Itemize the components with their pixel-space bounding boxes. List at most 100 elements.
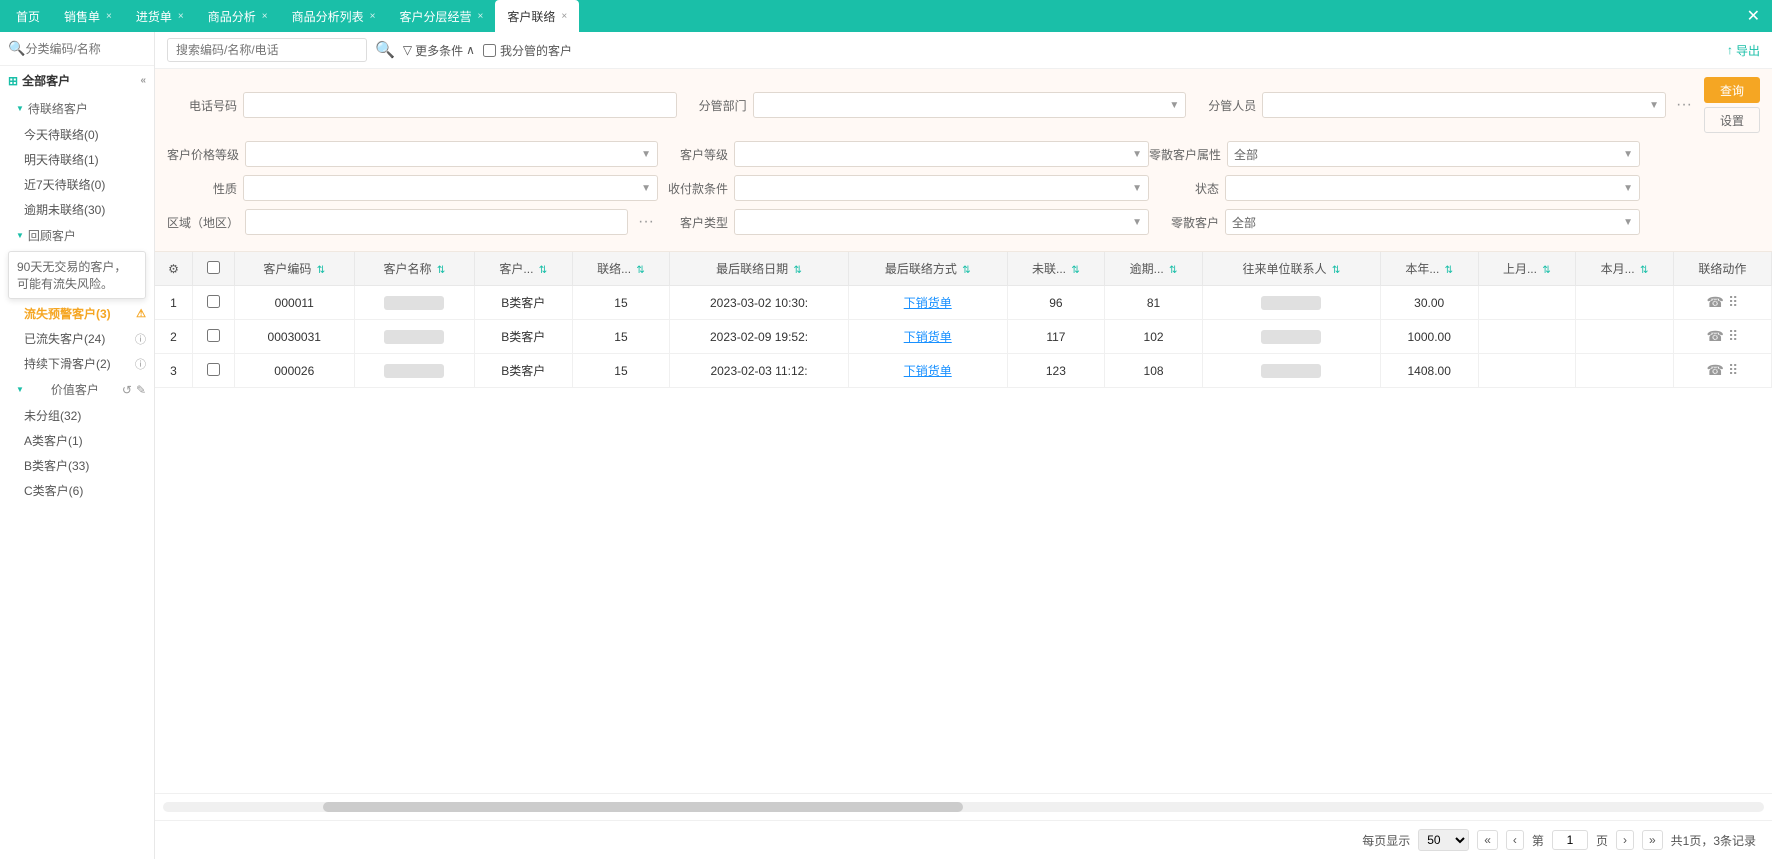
col-last-month-sort[interactable]: ⇅ [1542, 265, 1550, 276]
col-last-way-sort[interactable]: ⇅ [962, 265, 970, 276]
search-button[interactable]: 🔍 [375, 40, 395, 60]
sidebar-item-lost-pre[interactable]: 流失预警客户(3) ⚠ [0, 301, 154, 326]
last-way-link[interactable]: 下销货单 [904, 296, 952, 310]
tab-home[interactable]: 首页 [4, 0, 52, 32]
select-all-checkbox[interactable] [207, 261, 220, 274]
cell-checkbox[interactable] [192, 286, 234, 320]
contact-icon[interactable]: ☎ [1707, 294, 1724, 311]
per-page-select[interactable]: 50 100 200 [1418, 829, 1469, 851]
refresh-icon[interactable]: ↺ [122, 383, 132, 397]
next-page-button[interactable]: › [1616, 830, 1634, 850]
sidebar-item-downward[interactable]: 持续下滑客户(2) ⓘ [0, 351, 154, 376]
cust-level-select[interactable]: ▼ [734, 141, 1149, 167]
tab-purchase-close[interactable]: × [178, 11, 184, 22]
tab-purchase[interactable]: 进货单 × [124, 0, 196, 32]
prev-page-button[interactable]: ‹ [1506, 830, 1524, 850]
sidebar-item-unclassified[interactable]: 未分组(32) [0, 403, 154, 428]
tab-customer-contact-close[interactable]: × [561, 11, 567, 22]
region-more-button[interactable]: ··· [634, 213, 658, 231]
col-uncontacted-sort[interactable]: ⇅ [1071, 265, 1079, 276]
col-code-sort[interactable]: ⇅ [317, 265, 325, 276]
col-settings[interactable]: ⚙ [155, 252, 192, 286]
sidebar-item-a-class[interactable]: A类客户(1) [0, 428, 154, 453]
sidebar-group-pending-contact[interactable]: 待联络客户 [0, 95, 154, 122]
search-input[interactable] [167, 38, 367, 62]
retail-select[interactable]: 全部▼ [1225, 209, 1640, 235]
dept-select[interactable]: ▼ [753, 92, 1187, 118]
first-page-button[interactable]: « [1477, 830, 1498, 850]
nature-select[interactable]: ▼ [243, 175, 658, 201]
settings-button[interactable]: 设置 [1704, 107, 1760, 133]
export-button[interactable]: ↑ 导出 [1727, 42, 1760, 59]
tab-product-analysis-close[interactable]: × [262, 11, 268, 22]
col-checkbox[interactable] [192, 252, 234, 286]
sidebar-group-valued[interactable]: 价值客户 ↺ ✎ [0, 376, 154, 403]
manager-more-button[interactable]: ··· [1672, 96, 1696, 114]
sidebar-item-already-lost[interactable]: 已流失客户(24) ⓘ [0, 326, 154, 351]
sidebar-all-customers[interactable]: ⊞ 全部客户 « [0, 66, 154, 95]
sidebar-collapse-arrow[interactable]: « [140, 75, 146, 86]
last-way-link[interactable]: 下销货单 [904, 364, 952, 378]
col-level-sort[interactable]: ⇅ [539, 265, 547, 276]
more-action-icon[interactable]: ⠿ [1728, 328, 1738, 345]
contact-icon[interactable]: ☎ [1707, 362, 1724, 379]
cell-last-way: 下销货单 [848, 354, 1007, 388]
last-way-link[interactable]: 下销货单 [904, 330, 952, 344]
more-action-icon[interactable]: ⠿ [1728, 294, 1738, 311]
sidebar-item-c-class[interactable]: C类客户(6) [0, 478, 154, 503]
sidebar-item-tomorrow[interactable]: 明天待联络(1) [0, 147, 154, 172]
last-page-button[interactable]: » [1642, 830, 1663, 850]
sidebar-item-overdue[interactable]: 逾期未联络(30) [0, 197, 154, 222]
contact-icon[interactable]: ☎ [1707, 328, 1724, 345]
query-button[interactable]: 查询 [1704, 77, 1760, 103]
tab-bar: 首页 销售单 × 进货单 × 商品分析 × 商品分析列表 × 客户分层经营 × … [0, 0, 1772, 32]
cell-checkbox[interactable] [192, 354, 234, 388]
tab-customer-contact[interactable]: 客户联络 × [495, 0, 579, 32]
col-this-year-sort[interactable]: ⇅ [1445, 265, 1453, 276]
cell-this-month [1576, 354, 1674, 388]
cell-checkbox[interactable] [192, 320, 234, 354]
tab-product-analysis-list-close[interactable]: × [370, 11, 376, 22]
page-number-input[interactable] [1552, 830, 1588, 850]
my-customers-checkbox-label[interactable]: 我分管的客户 [483, 42, 572, 59]
tab-product-analysis-list[interactable]: 商品分析列表 × [280, 0, 388, 32]
sidebar-item-week[interactable]: 近7天待联络(0) [0, 172, 154, 197]
row-checkbox[interactable] [207, 295, 220, 308]
cust-type-select[interactable]: ▼ [734, 209, 1149, 235]
status-select[interactable]: ▼ [1225, 175, 1640, 201]
more-action-icon[interactable]: ⠿ [1728, 362, 1738, 379]
more-conditions-button[interactable]: ▽ 更多条件 ∧ [403, 42, 475, 59]
sidebar-search-input[interactable] [25, 42, 155, 56]
tab-product-analysis[interactable]: 商品分析 × [196, 0, 280, 32]
filter-field-region: 区域（地区） ··· [167, 209, 658, 235]
payment-select[interactable]: ▼ [734, 175, 1149, 201]
horizontal-scrollbar[interactable] [155, 793, 1772, 820]
col-unit-sort[interactable]: ⇅ [1332, 265, 1340, 276]
tab-sales-close[interactable]: × [106, 11, 112, 22]
col-this-month-sort[interactable]: ⇅ [1640, 265, 1648, 276]
tab-sales[interactable]: 销售单 × [52, 0, 124, 32]
tab-product-analysis-list-label: 商品分析列表 [292, 8, 364, 25]
tab-customer-segment[interactable]: 客户分层经营 × [387, 0, 495, 32]
row-checkbox[interactable] [207, 329, 220, 342]
retail-attr-select[interactable]: 全部▼ [1227, 141, 1640, 167]
window-close-button[interactable]: ✕ [1739, 6, 1768, 26]
sidebar-group-lost[interactable]: 回顾客户 [0, 222, 154, 249]
col-name-sort[interactable]: ⇅ [437, 265, 445, 276]
info2-icon: ⓘ [135, 356, 146, 372]
edit-icon[interactable]: ✎ [136, 383, 146, 397]
row-checkbox[interactable] [207, 363, 220, 376]
col-contacts-sort[interactable]: ⇅ [636, 265, 644, 276]
manager-select[interactable]: ▼ [1262, 92, 1666, 118]
sidebar-item-today[interactable]: 今天待联络(0) [0, 122, 154, 147]
my-customers-checkbox[interactable] [483, 44, 496, 57]
scroll-thumb[interactable] [323, 802, 963, 812]
tab-customer-segment-close[interactable]: × [477, 11, 483, 22]
cell-seq: 1 [155, 286, 192, 320]
col-overdue-sort[interactable]: ⇅ [1169, 265, 1177, 276]
col-last-date-sort[interactable]: ⇅ [794, 265, 802, 276]
sidebar-item-b-class[interactable]: B类客户(33) [0, 453, 154, 478]
region-input[interactable] [245, 209, 628, 235]
phone-input[interactable] [243, 92, 677, 118]
price-level-select[interactable]: ▼ [245, 141, 658, 167]
